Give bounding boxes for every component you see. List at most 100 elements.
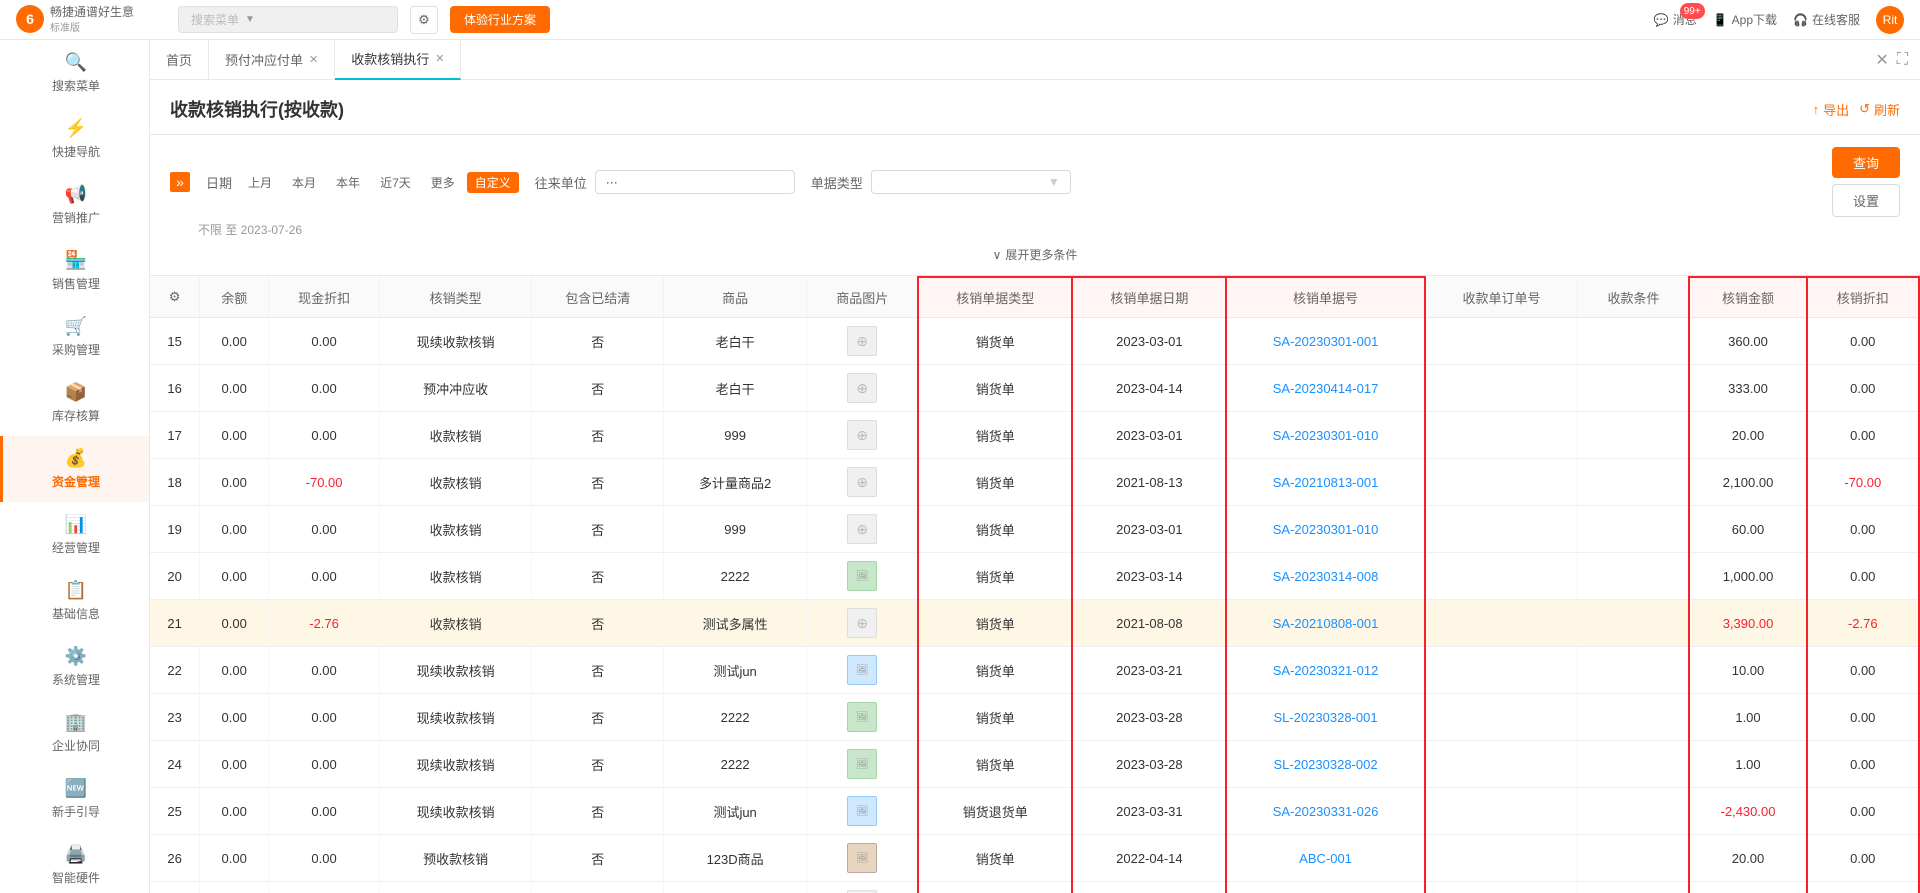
writeoff-no-link[interactable]: SA-20230321-012 — [1273, 663, 1379, 678]
date-label: 日期 — [206, 173, 232, 192]
close-collection-tab-icon[interactable]: ✕ — [435, 52, 444, 65]
writeoff-no-link[interactable]: SA-20230301-001 — [1273, 334, 1379, 349]
sidebar-item-search[interactable]: 🔍 搜索菜单 — [0, 40, 149, 106]
sidebar-item-operations[interactable]: 📊 经营管理 — [0, 502, 149, 568]
settings-icon[interactable]: ⚙ — [410, 6, 438, 34]
this-month-btn[interactable]: 本月 — [284, 172, 324, 193]
query-button[interactable]: 查询 — [1832, 147, 1900, 178]
last-month-btn[interactable]: 上月 — [240, 172, 280, 193]
app-download-button[interactable]: 📱 App下载 — [1713, 11, 1777, 28]
sidebar-item-quick-nav[interactable]: ⚡ 快捷导航 — [0, 106, 149, 172]
writeoff-no-link[interactable]: SA-20230314-008 — [1273, 569, 1379, 584]
cell-writeoff-discount: 0.00 — [1807, 882, 1919, 893]
close-window-icon[interactable]: ✕ — [1875, 50, 1888, 70]
export-button[interactable]: ↑ 导出 — [1813, 100, 1850, 119]
system-icon: ⚙️ — [65, 646, 87, 667]
writeoff-no-link[interactable]: SA-20230301-010 — [1273, 522, 1379, 537]
cell-writeoff-bill-type: 销货单 — [918, 506, 1072, 553]
cell-writeoff-type: 收款核销 — [379, 553, 531, 600]
cell-balance: 0.00 — [200, 365, 269, 412]
solution-button[interactable]: 体验行业方案 — [450, 6, 550, 33]
cell-writeoff-bill-type: 销货单 — [918, 882, 1072, 893]
sidebar-item-smart-hardware[interactable]: 🖨️ 智能硬件 — [0, 832, 149, 893]
filter-row: » 日期 上月 本月 本年 近7天 更多 自定义 — [170, 147, 1900, 217]
cell-cash-discount: 0.00 — [269, 553, 380, 600]
cell-writeoff-date: 2023-04-08 — [1072, 882, 1226, 893]
cell-cash-discount: 0.00 — [269, 412, 380, 459]
sidebar-item-base-info[interactable]: 📋 基础信息 — [0, 568, 149, 634]
table-row: 18 0.00 -70.00 收款核销 否 多计量商品2 ⊕ 销货单 2021-… — [150, 459, 1919, 506]
operations-icon: 📊 — [65, 514, 87, 535]
bill-type-select[interactable]: ▼ — [871, 170, 1071, 194]
cell-receipt-order-no — [1425, 788, 1578, 835]
guide-icon: 🆕 — [65, 778, 87, 799]
more-dates-btn[interactable]: 更多 — [423, 172, 463, 193]
cell-writeoff-date: 2023-03-28 — [1072, 741, 1226, 788]
cell-cash-discount: 0.00 — [269, 506, 380, 553]
partner-select[interactable]: ··· — [595, 170, 795, 194]
sidebar-item-finance[interactable]: 💰 资金管理 — [0, 436, 149, 502]
writeoff-no-link[interactable]: SL-20230328-002 — [1273, 757, 1377, 772]
writeoff-no-link[interactable]: SA-20210808-001 — [1273, 616, 1379, 631]
th-writeoff-discount: 核销折扣 — [1807, 277, 1919, 318]
sidebar-item-system[interactable]: ⚙️ 系统管理 — [0, 634, 149, 700]
cell-receipt-condition — [1578, 694, 1690, 741]
th-setting[interactable]: ⚙ — [150, 277, 200, 318]
search-box[interactable]: 搜索菜单 ▼ — [178, 6, 398, 33]
tab-prepay[interactable]: 预付冲应付单 ✕ — [209, 40, 335, 80]
cell-writeoff-discount: 0.00 — [1807, 835, 1919, 882]
cell-writeoff-date: 2023-04-14 — [1072, 365, 1226, 412]
finance-icon: 💰 — [65, 448, 87, 469]
tab-collection[interactable]: 收款核销执行 ✕ — [335, 40, 461, 80]
close-prepay-tab-icon[interactable]: ✕ — [309, 53, 318, 66]
tab-home[interactable]: 首页 — [150, 40, 209, 80]
writeoff-no-link[interactable]: SA-20230414-017 — [1273, 381, 1379, 396]
th-cash-discount: 现金折扣 — [269, 277, 380, 318]
table-row: 19 0.00 0.00 收款核销 否 999 ⊕ 销货单 2023-03-01… — [150, 506, 1919, 553]
cell-receipt-condition — [1578, 741, 1690, 788]
sidebar-item-enterprise[interactable]: 🏢 企业协同 — [0, 700, 149, 766]
writeoff-no-link[interactable]: SA-20230301-010 — [1273, 428, 1379, 443]
cell-include-settled: 否 — [532, 506, 664, 553]
dropdown-arrow-icon: ▼ — [245, 14, 255, 25]
export-icon: ↑ — [1813, 102, 1820, 117]
goods-image: ⊕ — [847, 467, 877, 497]
online-service-button[interactable]: 🎧 在线客服 — [1793, 11, 1860, 28]
sidebar-item-sales[interactable]: 🏪 销售管理 — [0, 238, 149, 304]
writeoff-no-link[interactable]: ABC-001 — [1299, 851, 1352, 866]
message-button[interactable]: 💬 消息 99+ — [1654, 11, 1697, 28]
cell-writeoff-discount: 0.00 — [1807, 412, 1919, 459]
search-icon: 🔍 — [65, 52, 87, 73]
purchase-icon: 🛒 — [65, 316, 87, 337]
cell-writeoff-type: 现续收款核销 — [379, 882, 531, 893]
sidebar-item-guide[interactable]: 🆕 新手引导 — [0, 766, 149, 832]
cell-goods-img: ⊕ — [807, 600, 919, 647]
row-number: 18 — [150, 459, 200, 506]
cell-writeoff-bill-type: 销货单 — [918, 553, 1072, 600]
cell-writeoff-bill-type: 销货单 — [918, 741, 1072, 788]
writeoff-no-link[interactable]: SA-20210813-001 — [1273, 475, 1379, 490]
filter-toggle-button[interactable]: » — [170, 172, 190, 192]
this-year-btn[interactable]: 本年 — [328, 172, 368, 193]
writeoff-no-link[interactable]: SL-20230328-001 — [1273, 710, 1377, 725]
cell-goods-img: ⊕ — [807, 412, 919, 459]
custom-date-btn[interactable]: 自定义 — [467, 172, 519, 193]
cell-goods: 测试多属性 — [664, 600, 807, 647]
writeoff-no-link[interactable]: SA-20230331-026 — [1273, 804, 1379, 819]
cell-receipt-condition — [1578, 318, 1690, 365]
goods-image: ⊕ — [847, 326, 877, 356]
row-number: 25 — [150, 788, 200, 835]
sidebar-item-purchase[interactable]: 🛒 采购管理 — [0, 304, 149, 370]
maximize-icon[interactable]: ⛶ — [1897, 51, 1908, 69]
cell-writeoff-date: 2023-03-31 — [1072, 788, 1226, 835]
last-7-days-btn[interactable]: 近7天 — [372, 172, 419, 193]
expand-more-button[interactable]: ∨ 展开更多条件 — [993, 246, 1078, 263]
filter-settings-button[interactable]: 设置 — [1832, 184, 1900, 217]
refresh-button[interactable]: ↺ 刷新 — [1859, 100, 1900, 119]
sidebar-item-inventory[interactable]: 📦 库存核算 — [0, 370, 149, 436]
sidebar-item-marketing[interactable]: 📢 营销推广 — [0, 172, 149, 238]
cell-writeoff-date: 2023-03-01 — [1072, 506, 1226, 553]
cell-writeoff-amount: -2,430.00 — [1689, 788, 1806, 835]
avatar[interactable]: Rit — [1876, 6, 1904, 34]
cell-balance: 0.00 — [200, 553, 269, 600]
